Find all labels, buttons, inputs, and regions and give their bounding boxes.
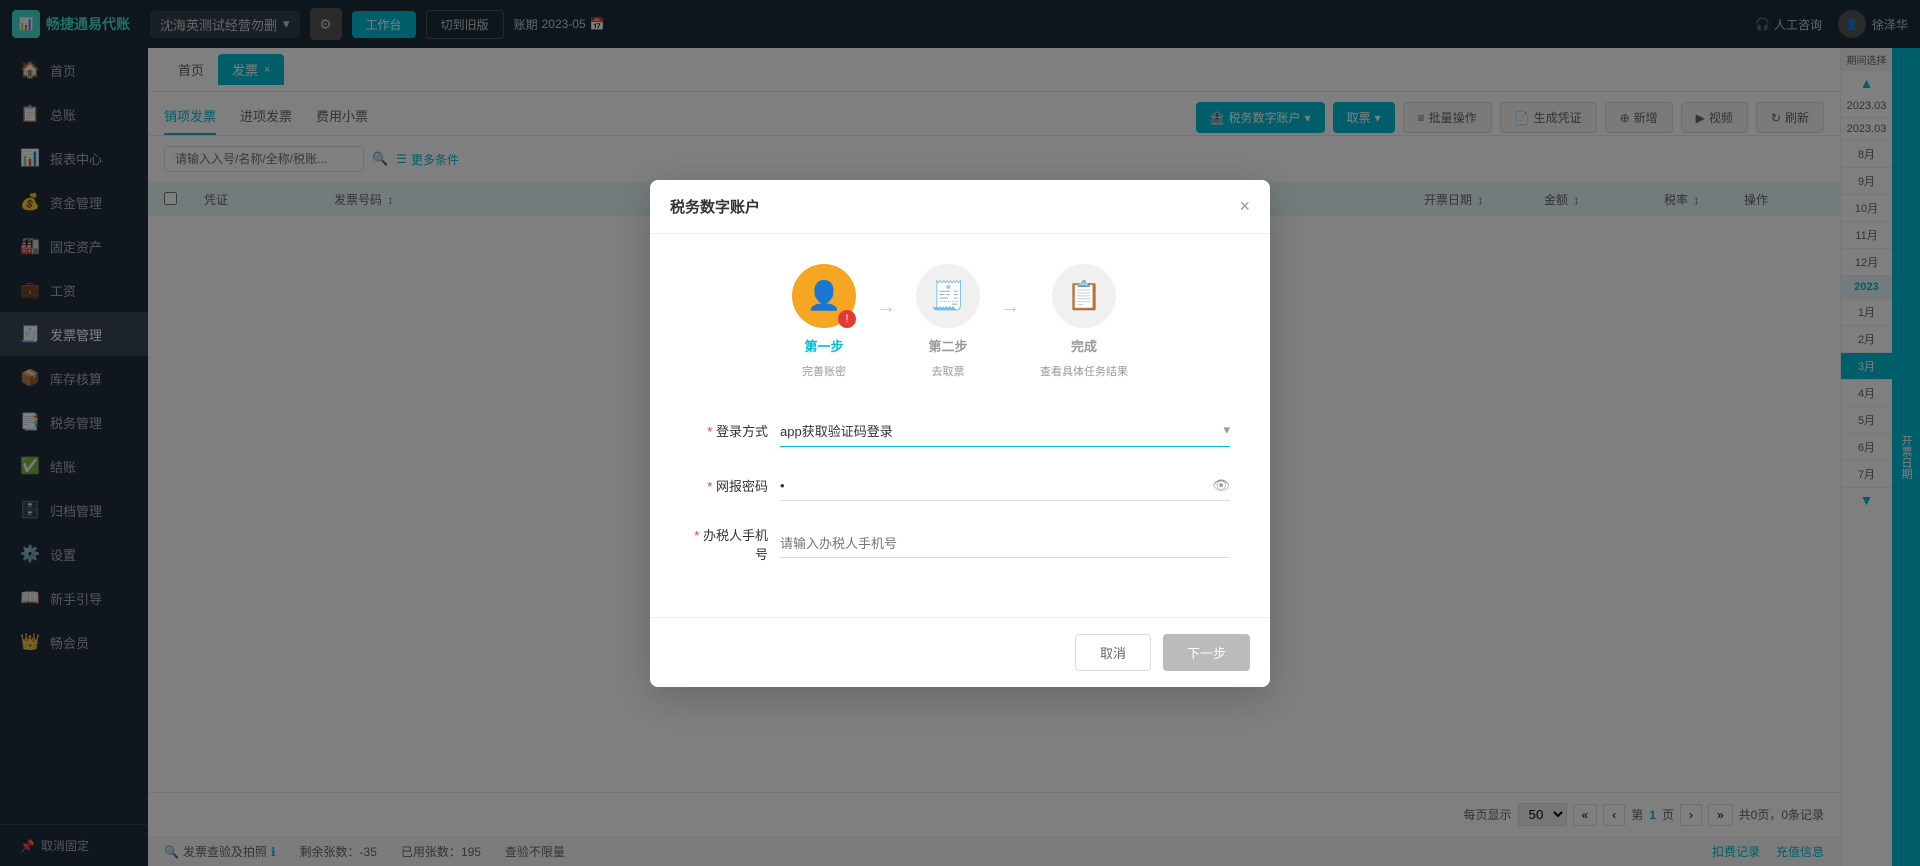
arrow-2-3: →	[1000, 296, 1020, 347]
phone-input[interactable]	[780, 530, 1230, 558]
login-method-label: * 登录方式	[690, 421, 780, 440]
cancel-btn[interactable]: 取消	[1075, 634, 1151, 671]
required-star-1: *	[707, 424, 712, 439]
password-control: • 👁	[780, 471, 1230, 501]
password-dots: •	[780, 478, 789, 493]
step-3-icon: 📋	[1052, 264, 1116, 328]
step-2: 🧾 第二步 去取票	[916, 264, 980, 379]
modal-header: 税务数字账户 ×	[650, 180, 1270, 234]
modal-overlay: 税务数字账户 × 👤 ! 第一步 完善账密 →	[0, 0, 1920, 866]
modal-body: 👤 ! 第一步 完善账密 → 🧾 第二步 去取票 →	[650, 234, 1270, 617]
step-3-clipboard-icon: 📋	[1067, 279, 1102, 312]
password-label: * 网报密码	[690, 476, 780, 495]
password-field: • 👁	[780, 471, 1230, 501]
required-star-2: *	[707, 479, 712, 494]
step-3-label: 完成	[1071, 336, 1097, 355]
phone-control	[780, 530, 1230, 558]
phone-row: * 办税人手机号	[690, 525, 1230, 563]
step-1-desc: 完善账密	[802, 363, 846, 379]
next-btn[interactable]: 下一步	[1163, 634, 1250, 671]
step-1-person-icon: 👤	[807, 279, 842, 312]
modal-close-btn[interactable]: ×	[1239, 196, 1250, 217]
login-method-select[interactable]: app获取验证码登录 ▾	[780, 415, 1230, 447]
step-3: 📋 完成 查看具体任务结果	[1040, 264, 1128, 379]
required-star-3: *	[694, 528, 699, 543]
password-row: * 网报密码 • 👁	[690, 471, 1230, 501]
step-2-icon: 🧾	[916, 264, 980, 328]
step-3-desc: 查看具体任务结果	[1040, 363, 1128, 379]
modal-title: 税务数字账户	[670, 196, 760, 217]
steps-container: 👤 ! 第一步 完善账密 → 🧾 第二步 去取票 →	[690, 264, 1230, 379]
modal-footer: 取消 下一步	[650, 617, 1270, 687]
step-1: 👤 ! 第一步 完善账密	[792, 264, 856, 379]
eye-icon[interactable]: 👁	[1212, 477, 1230, 494]
tax-modal: 税务数字账户 × 👤 ! 第一步 完善账密 →	[650, 180, 1270, 687]
step-2-receipt-icon: 🧾	[931, 279, 966, 312]
step-1-label: 第一步	[804, 336, 843, 355]
phone-label: * 办税人手机号	[690, 525, 780, 563]
login-method-value: app获取验证码登录	[780, 421, 893, 440]
arrow-1-2: →	[876, 296, 896, 347]
select-arrow-icon: ▾	[1223, 422, 1230, 438]
step-1-icon: 👤 !	[792, 264, 856, 328]
login-method-control: app获取验证码登录 ▾	[780, 415, 1230, 447]
step-2-desc: 去取票	[932, 363, 965, 379]
step-1-badge: !	[838, 310, 856, 328]
step-2-label: 第二步	[928, 336, 967, 355]
login-method-row: * 登录方式 app获取验证码登录 ▾	[690, 415, 1230, 447]
